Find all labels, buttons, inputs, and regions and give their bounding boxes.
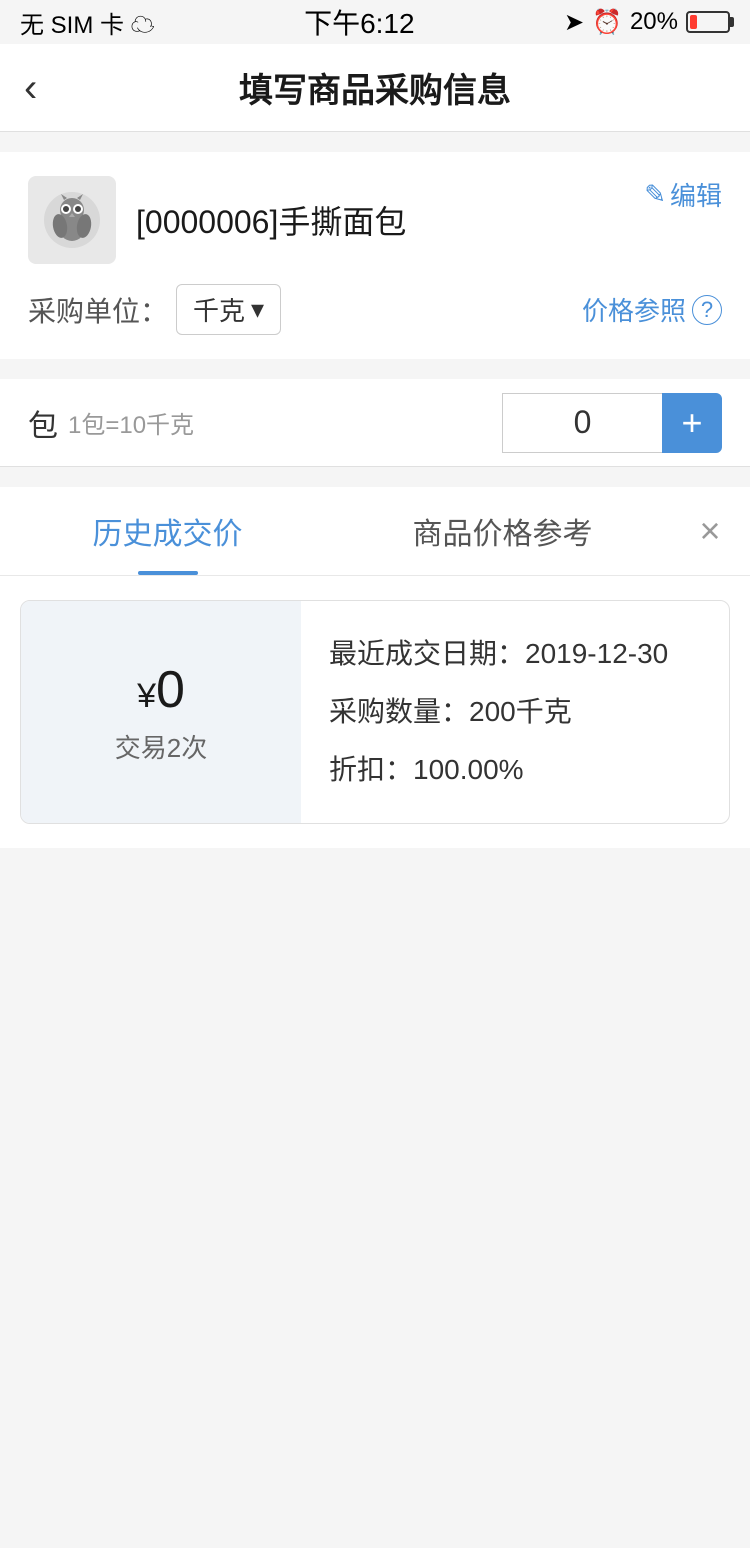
- quantity-unit: 包: [28, 401, 58, 445]
- nav-bar: ‹ 填写商品采购信息: [0, 44, 750, 132]
- history-price-card: ¥0 交易2次 最近成交日期：2019-12-30 采购数量：200千克 折扣：…: [20, 600, 730, 824]
- price-reference-button[interactable]: 价格参照 ?: [582, 291, 722, 328]
- bottom-space: [0, 848, 750, 1548]
- battery-indicator: [686, 11, 730, 33]
- back-button[interactable]: ‹: [24, 68, 37, 108]
- detail-quantity: 采购数量：200千克: [329, 691, 701, 733]
- dropdown-icon: ▾: [251, 294, 264, 325]
- status-bar-left: 无 SIM 卡 ☁: [20, 5, 155, 40]
- qty-label: 采购数量：: [329, 696, 469, 727]
- price-display: ¥0: [137, 660, 185, 720]
- edit-icon: ✎: [644, 179, 666, 210]
- quantity-label: 包 1包=10千克: [28, 401, 194, 445]
- status-bar-right: ➤ ⏰ 20%: [564, 8, 730, 37]
- quantity-input[interactable]: [502, 393, 662, 453]
- sim-status: 无 SIM 卡 ☁: [20, 5, 155, 40]
- currency-symbol: ¥: [137, 677, 156, 715]
- product-card: [0000006]手撕面包 ✎ 编辑 采购单位： 千克 ▾ 价格参照 ?: [0, 152, 750, 359]
- qty-value: 200千克: [469, 696, 572, 727]
- unit-dropdown[interactable]: 千克 ▾: [176, 284, 281, 335]
- edit-button[interactable]: ✎ 编辑: [644, 176, 722, 213]
- date-value: 2019-12-30: [525, 638, 668, 669]
- battery-percent: 20%: [630, 8, 678, 36]
- quantity-plus-button[interactable]: +: [662, 393, 722, 453]
- discount-value: 100.00%: [413, 754, 524, 785]
- quantity-hint: 1包=10千克: [68, 405, 194, 440]
- tabs-container: 历史成交价 商品价格参考 × ¥0 交易2次 最近成交日期：2019-12-30…: [0, 487, 750, 848]
- price-details: 最近成交日期：2019-12-30 采购数量：200千克 折扣：100.00%: [301, 601, 729, 823]
- unit-label: 采购单位：: [28, 290, 168, 330]
- date-label: 最近成交日期：: [329, 638, 525, 669]
- tab-content-history: ¥0 交易2次 最近成交日期：2019-12-30 采购数量：200千克 折扣：…: [0, 576, 750, 848]
- unit-value: 千克: [193, 291, 245, 328]
- trade-count: 交易2次: [115, 728, 207, 765]
- price-amount: 0: [156, 661, 185, 719]
- product-name: [0000006]手撕面包: [136, 197, 406, 243]
- status-bar-time: 下午6:12: [304, 2, 415, 42]
- tabs-header: 历史成交价 商品价格参考 ×: [0, 487, 750, 576]
- tab-history-price[interactable]: 历史成交价: [0, 487, 335, 575]
- tabs-close-button[interactable]: ×: [670, 487, 750, 575]
- price-summary: ¥0 交易2次: [21, 601, 301, 823]
- product-image: [28, 176, 116, 264]
- price-ref-label: 价格参照: [582, 291, 686, 328]
- quantity-row: 包 1包=10千克 +: [0, 379, 750, 467]
- help-icon: ?: [692, 295, 722, 325]
- location-icon: ➤: [564, 8, 584, 37]
- unit-selector: 采购单位： 千克 ▾: [28, 284, 281, 335]
- owl-logo: [42, 190, 102, 250]
- page-title: 填写商品采购信息: [239, 63, 511, 112]
- discount-label: 折扣：: [329, 754, 413, 785]
- quantity-control: +: [502, 393, 722, 453]
- tab-price-reference[interactable]: 商品价格参考: [335, 487, 670, 575]
- detail-discount: 折扣：100.00%: [329, 749, 701, 791]
- product-info: [0000006]手撕面包: [28, 176, 406, 264]
- status-bar: 无 SIM 卡 ☁ 下午6:12 ➤ ⏰ 20%: [0, 0, 750, 44]
- detail-date: 最近成交日期：2019-12-30: [329, 633, 701, 675]
- alarm-icon: ⏰: [592, 8, 622, 37]
